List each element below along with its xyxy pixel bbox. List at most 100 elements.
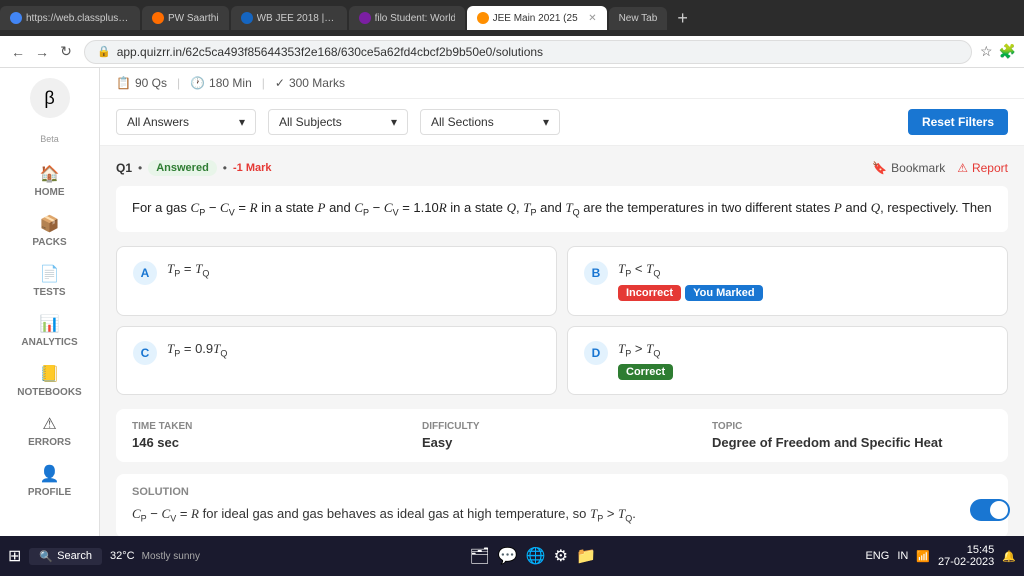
search-icon: 🔍 <box>39 550 53 563</box>
option-d[interactable]: D TP > TQ Correct <box>567 326 1008 396</box>
answered-badge: Answered <box>148 160 217 176</box>
profile-icon: 👤 <box>40 464 60 484</box>
back-button[interactable]: ← <box>8 42 28 62</box>
sidebar-item-packs[interactable]: 📦 PACKS <box>0 206 99 256</box>
sections-filter-label: All Sections <box>431 115 494 129</box>
option-c-text: TP = 0.9TQ <box>167 341 540 359</box>
taskbar-time: 15:45 27-02-2023 <box>938 544 994 568</box>
windows-icon[interactable]: ⊞ <box>8 546 21 566</box>
option-a[interactable]: A TP = TQ <box>116 246 557 316</box>
stat-time: TIME TAKEN 146 sec <box>132 421 412 450</box>
option-b-content: TP < TQ Incorrect You Marked <box>618 261 991 301</box>
notification-icon[interactable]: 🔔 <box>1002 550 1016 563</box>
reload-button[interactable]: ↻ <box>56 42 76 62</box>
report-button[interactable]: ⚠ Report <box>957 161 1008 175</box>
option-c-label: C <box>133 341 157 365</box>
toggle-thumb <box>990 501 1008 519</box>
sidebar-item-errors[interactable]: ⚠ ERRORS <box>0 406 99 456</box>
taskbar-app-3[interactable]: 🌐 <box>526 546 546 566</box>
sections-filter[interactable]: All Sections ▾ <box>420 109 560 135</box>
new-tab-button[interactable]: + <box>669 8 696 29</box>
tab-favicon-1 <box>10 12 22 24</box>
tab-1[interactable]: https://web.classplusapp.com/h... <box>0 6 140 30</box>
toggle-switch[interactable] <box>970 499 1010 521</box>
time-value: 15:45 <box>967 544 995 556</box>
taskbar-app-5[interactable]: 📁 <box>576 546 596 566</box>
tab-close-5[interactable]: ✕ <box>588 13 596 24</box>
taskbar-right: ENG IN 📶 15:45 27-02-2023 🔔 <box>865 544 1016 568</box>
taskbar-center: 🗂 💬 🌐 ⚙ 📁 <box>200 546 866 566</box>
weather-temp: 32°C <box>110 550 135 562</box>
taskbar-left: ⊞ 🔍 Search 32°C Mostly sunny <box>8 546 200 566</box>
tab-3[interactable]: WB JEE 2018 | d and f Block Elem... <box>231 6 347 30</box>
wifi-icon: 📶 <box>916 550 930 563</box>
bookmark-star-icon[interactable]: ☆ <box>980 43 993 60</box>
tab-label-4: filo Student: World's Only Live ... <box>375 13 455 24</box>
math-p2: P <box>834 200 842 215</box>
sidebar-item-notebooks[interactable]: 📒 NOTEBOOKS <box>0 356 99 406</box>
subjects-filter-label: All Subjects <box>279 115 342 129</box>
sidebar-label-notebooks: NOTEBOOKS <box>17 387 81 398</box>
math-cp: C <box>191 200 200 215</box>
taskbar-app-2[interactable]: 💬 <box>498 546 518 566</box>
sidebar-item-tests[interactable]: 📄 TESTS <box>0 256 99 306</box>
difficulty-value: Easy <box>422 435 702 450</box>
sidebar-item-analytics[interactable]: 📊 ANALYTICS <box>0 306 99 356</box>
taskbar-app-4[interactable]: ⚙ <box>554 546 568 566</box>
packs-icon: 📦 <box>40 214 60 234</box>
app-layout: β Beta 🏠 HOME 📦 PACKS 📄 TESTS 📊 ANALYTIC… <box>0 68 1024 576</box>
time-display: 180 Min <box>209 76 252 90</box>
math-q1: Q <box>507 200 516 215</box>
toggle-area <box>970 499 1010 521</box>
analytics-icon: 📊 <box>40 314 60 334</box>
incorrect-badge: Incorrect <box>618 285 681 301</box>
extensions-icon[interactable]: 🧩 <box>999 43 1016 60</box>
tab-label-1: https://web.classplusapp.com/h... <box>26 13 130 24</box>
math-p1: P <box>318 200 326 215</box>
question-area: Q1 • Answered • -1 Mark 🔖 Bookmark ⚠ Rep… <box>100 146 1024 576</box>
address-bar: ← → ↻ 🔒 app.quizrr.in/62c5ca493f85644353… <box>0 36 1024 68</box>
errors-icon: ⚠ <box>42 414 56 434</box>
tab-5[interactable]: JEE Main 2021 (25 Jul Shift ✕ <box>467 6 607 30</box>
forward-button[interactable]: → <box>32 42 52 62</box>
sidebar-logo: β <box>30 78 70 118</box>
question-count: 90 Qs <box>135 76 167 90</box>
math-r2: R <box>439 200 447 215</box>
home-icon: 🏠 <box>40 164 60 184</box>
option-d-badges: Correct <box>618 364 991 380</box>
tab-label-3: WB JEE 2018 | d and f Block Elem... <box>257 13 337 24</box>
tab-label-2: PW Saarthi <box>168 13 219 24</box>
tab-6[interactable]: New Tab <box>609 7 668 30</box>
top-bar: 📋 90 Qs | 🕐 180 Min | ✓ 300 Marks <box>100 68 1024 99</box>
sidebar-label-profile: PROFILE <box>28 487 71 498</box>
taskbar: ⊞ 🔍 Search 32°C Mostly sunny 🗂 💬 🌐 ⚙ 📁 E… <box>0 536 1024 576</box>
answers-filter[interactable]: All Answers ▾ <box>116 109 256 135</box>
bookmark-label: Bookmark <box>891 161 945 175</box>
subjects-filter-chevron: ▾ <box>391 115 397 129</box>
difficulty-label: DIFFICULTY <box>422 421 702 432</box>
url-bar[interactable]: 🔒 app.quizrr.in/62c5ca493f85644353f2e168… <box>84 40 972 64</box>
beta-label: Beta <box>40 134 59 144</box>
sidebar-item-home[interactable]: 🏠 HOME <box>0 156 99 206</box>
bookmark-button[interactable]: 🔖 Bookmark <box>872 161 945 175</box>
reset-filters-button[interactable]: Reset Filters <box>908 109 1008 135</box>
option-a-text: TP = TQ <box>167 261 540 279</box>
sidebar-label-packs: PACKS <box>32 237 66 248</box>
tab-favicon-3 <box>241 12 253 24</box>
url-text: app.quizrr.in/62c5ca493f85644353f2e168/6… <box>117 45 959 59</box>
solution-area: SOLUTION CP − CV = R for ideal gas and g… <box>116 474 1008 538</box>
search-bar[interactable]: 🔍 Search <box>29 548 102 565</box>
option-a-content: TP = TQ <box>167 261 540 279</box>
option-b[interactable]: B TP < TQ Incorrect You Marked <box>567 246 1008 316</box>
sidebar-item-profile[interactable]: 👤 PROFILE <box>0 456 99 506</box>
sidebar-label-errors: ERRORS <box>28 437 71 448</box>
stats-row: TIME TAKEN 146 sec DIFFICULTY Easy TOPIC… <box>116 409 1008 462</box>
subjects-filter[interactable]: All Subjects ▾ <box>268 109 408 135</box>
taskbar-app-1[interactable]: 🗂 <box>470 546 490 566</box>
main-content: 📋 90 Qs | 🕐 180 Min | ✓ 300 Marks All An… <box>100 68 1024 576</box>
option-a-label: A <box>133 261 157 285</box>
math-q2: Q <box>871 200 880 215</box>
option-c[interactable]: C TP = 0.9TQ <box>116 326 557 396</box>
tab-2[interactable]: PW Saarthi <box>142 6 229 30</box>
tab-4[interactable]: filo Student: World's Only Live ... <box>349 6 465 30</box>
